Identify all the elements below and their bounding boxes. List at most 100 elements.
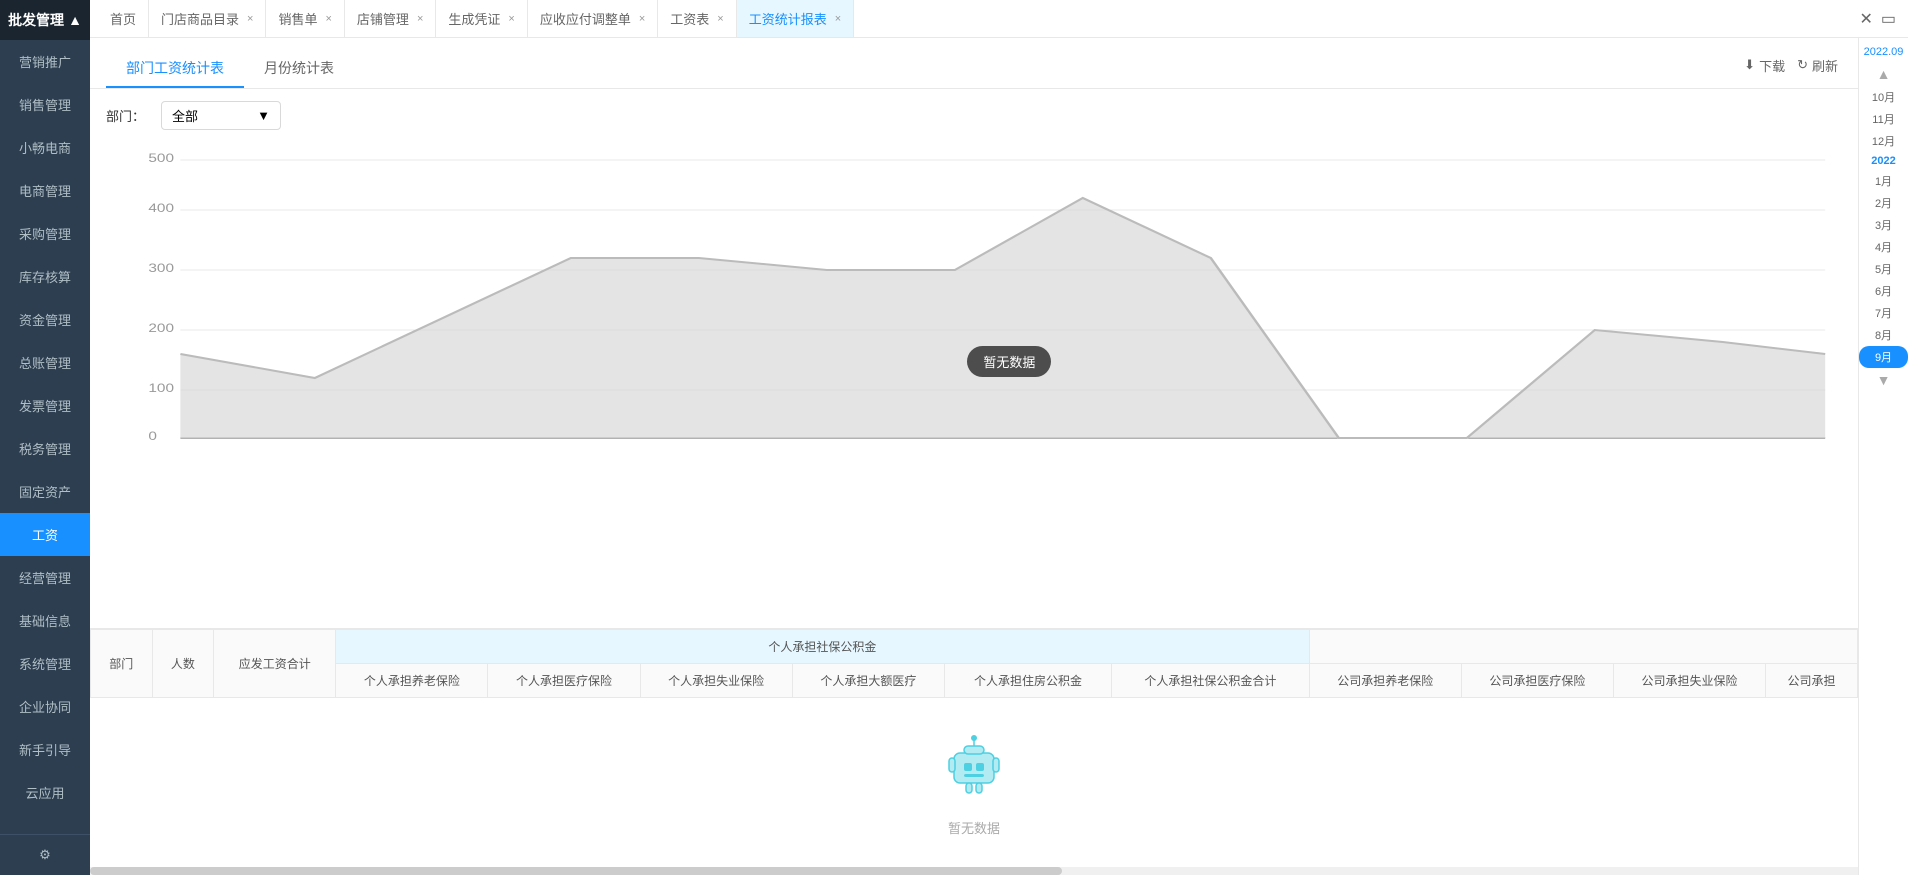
th-company-more: 公司承担 (1766, 664, 1858, 698)
chart-area: 500 400 300 200 100 0 (90, 142, 1858, 628)
svg-text:500: 500 (148, 152, 174, 165)
timeline-month-12[interactable]: 12月 (1859, 130, 1908, 152)
tab-payroll[interactable]: 工资表 × (658, 0, 736, 38)
tab-voucher[interactable]: 生成凭证 × (436, 0, 527, 38)
th-count: 人数 (152, 630, 214, 698)
timeline-month-5[interactable]: 5月 (1859, 258, 1908, 280)
sidebar-item-guide[interactable]: 新手引导 (0, 728, 90, 771)
settings-button[interactable]: ⚙ (0, 834, 90, 875)
tab-shop-mgmt[interactable]: 店铺管理 × (345, 0, 436, 38)
timeline-up-arrow[interactable]: ▲ (1877, 62, 1891, 86)
th-personal-housing: 个人承担住房公积金 (944, 664, 1111, 698)
dept-label: 部门： (106, 106, 145, 125)
timeline-month-11[interactable]: 11月 (1859, 108, 1908, 130)
th-personal-unemployment: 个人承担失业保险 (640, 664, 792, 698)
tab-close-adjustment[interactable]: × (639, 13, 645, 25)
data-table: 个人承担养老保险 部门 人数 应发工资合计 个人承担社保公积金 个人承担养老保险… (90, 629, 1858, 698)
empty-icon (934, 728, 1014, 808)
tab-close-shop-mgmt[interactable]: × (417, 13, 423, 25)
sidebar-item-tax[interactable]: 税务管理 (0, 427, 90, 470)
timeline-month-1[interactable]: 1月 (1859, 170, 1908, 192)
sidebar-item-inventory[interactable]: 库存核算 (0, 255, 90, 298)
timeline-month-8[interactable]: 8月 (1859, 324, 1908, 346)
sidebar-item-marketing[interactable]: 营销推广 (0, 40, 90, 83)
timeline-month-2[interactable]: 2月 (1859, 192, 1908, 214)
timeline-month-6[interactable]: 6月 (1859, 280, 1908, 302)
sidebar-item-finance[interactable]: 资金管理 (0, 298, 90, 341)
tab-close-store-catalog[interactable]: × (247, 13, 253, 25)
content-area: 部门工资统计表 月份统计表 ⬇ 下载 ↻ 刷新 (90, 38, 1908, 875)
timeline-year-2022[interactable]: 2022 (1859, 152, 1908, 170)
sidebar-item-basic-info[interactable]: 基础信息 (0, 599, 90, 642)
dept-select[interactable]: 全部 ▼ (161, 101, 281, 130)
empty-text: 暂无数据 (948, 818, 1000, 837)
tab-adjustment[interactable]: 应收应付调整单 × (528, 0, 658, 38)
tab-store-catalog[interactable]: 门店商品目录 × (149, 0, 266, 38)
sidebar-item-system[interactable]: 系统管理 (0, 642, 90, 685)
sidebar-item-ecommerce[interactable]: 电商管理 (0, 169, 90, 212)
th-salary: 应发工资合计 (214, 630, 336, 698)
gear-icon: ⚙ (39, 847, 51, 862)
empty-state: 暂无数据 (90, 698, 1858, 867)
sidebar-title: 批发管理 (8, 10, 64, 30)
sidebar-item-salary[interactable]: 工资 (0, 513, 90, 556)
timeline-month-4[interactable]: 4月 (1859, 236, 1908, 258)
th-personal-insurance: 个人承担社保公积金 (336, 630, 1309, 664)
close-window-icon[interactable]: ✕ (1859, 9, 1872, 29)
sidebar-item-ledger[interactable]: 总账管理 (0, 341, 90, 384)
th-company-insurance (1309, 630, 1857, 664)
toolbar: 部门： 全部 ▼ (90, 89, 1858, 142)
sidebar-item-invoice[interactable]: 发票管理 (0, 384, 90, 427)
timeline-month-3[interactable]: 3月 (1859, 214, 1908, 236)
restore-window-icon[interactable]: ▭ (1881, 9, 1896, 29)
chart-svg: 500 400 300 200 100 0 (110, 150, 1838, 450)
tab-sales[interactable]: 销售单 × (266, 0, 344, 38)
th-company-medical: 公司承担医疗保险 (1461, 664, 1613, 698)
tab-payroll-report[interactable]: 工资统计报表 × (737, 0, 854, 38)
sidebar-item-cloud[interactable]: 云应用 (0, 771, 90, 814)
download-button[interactable]: ⬇ 下载 (1744, 56, 1785, 75)
svg-text:0: 0 (148, 430, 157, 443)
timeline-month-9[interactable]: 9月 (1859, 346, 1908, 368)
svg-text:300: 300 (148, 262, 174, 275)
main-area: 首页 门店商品目录 × 销售单 × 店铺管理 × 生成凭证 × 应收应付调整单 … (90, 0, 1908, 875)
sidebar-item-sales[interactable]: 销售管理 (0, 83, 90, 126)
th-personal-major-medical: 个人承担大额医疗 (792, 664, 944, 698)
th-personal-medical: 个人承担医疗保险 (488, 664, 640, 698)
sidebar-header[interactable]: 批发管理 ▲ (0, 0, 90, 40)
sub-tabs: 部门工资统计表 月份统计表 ⬇ 下载 ↻ 刷新 (90, 38, 1858, 89)
sidebar-item-purchase[interactable]: 采购管理 (0, 212, 90, 255)
tab-close-voucher[interactable]: × (508, 13, 514, 25)
refresh-button[interactable]: ↻ 刷新 (1797, 56, 1838, 75)
svg-text:100: 100 (148, 382, 174, 395)
download-icon: ⬇ (1744, 57, 1755, 73)
timeline-down-arrow[interactable]: ▼ (1877, 368, 1891, 392)
sidebar: 批发管理 ▲ 营销推广 销售管理 小畅电商 电商管理 采购管理 库存核算 资金管… (0, 0, 90, 875)
sidebar-item-cooperation[interactable]: 企业协同 (0, 685, 90, 728)
tab-close-sales[interactable]: × (325, 13, 331, 25)
horizontal-scrollbar[interactable] (90, 867, 1858, 875)
svg-text:400: 400 (148, 202, 174, 215)
svg-text:200: 200 (148, 322, 174, 335)
th-company-pension: 公司承担养老保险 (1309, 664, 1461, 698)
timeline-month-10[interactable]: 10月 (1859, 86, 1908, 108)
chevron-up-icon: ▲ (68, 12, 82, 28)
timeline-current-label[interactable]: 2022.09 (1864, 46, 1904, 58)
tab-close-payroll-report[interactable]: × (835, 13, 841, 25)
tabs-bar: 首页 门店商品目录 × 销售单 × 店铺管理 × 生成凭证 × 应收应付调整单 … (90, 0, 1908, 38)
sidebar-item-assets[interactable]: 固定资产 (0, 470, 90, 513)
tab-close-payroll[interactable]: × (717, 13, 723, 25)
refresh-icon: ↻ (1797, 57, 1808, 73)
sidebar-item-management[interactable]: 经营管理 (0, 556, 90, 599)
timeline-panel: 2022.09 ▲ 10月 11月 12月 2022 1月 2月 3月 4月 5… (1858, 38, 1908, 875)
chevron-down-icon: ▼ (257, 108, 270, 123)
sidebar-item-ecommerce-small[interactable]: 小畅电商 (0, 126, 90, 169)
tab-home[interactable]: 首页 (98, 0, 149, 38)
th-dept: 部门 (91, 630, 153, 698)
th-personal-total: 个人承担社保公积金合计 (1112, 664, 1309, 698)
subtab-month-stats[interactable]: 月份统计表 (244, 50, 354, 88)
subtab-dept-stats[interactable]: 部门工资统计表 (106, 50, 244, 88)
th-personal-pension: 个人承担养老保险 (336, 664, 488, 698)
timeline-month-7[interactable]: 7月 (1859, 302, 1908, 324)
scroll-thumb[interactable] (90, 867, 1062, 875)
